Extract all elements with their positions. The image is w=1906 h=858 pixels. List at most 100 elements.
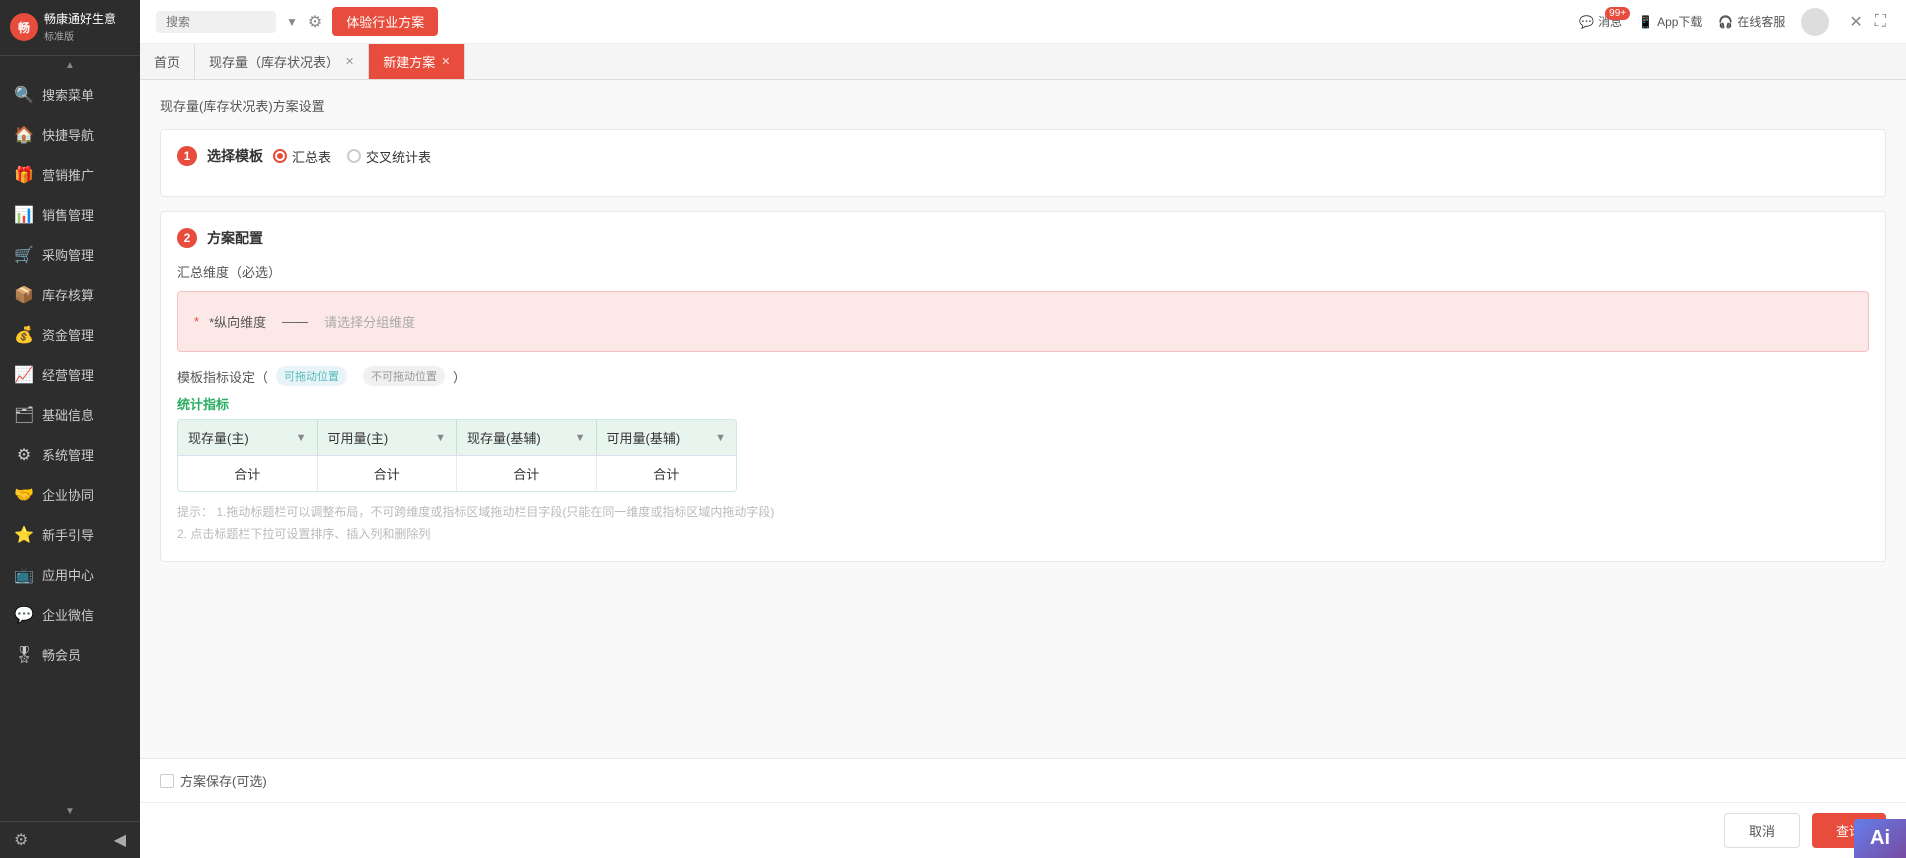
tab-inventory[interactable]: 现存量（库存状况表） ✕ bbox=[195, 44, 369, 79]
settings-bottom-icon[interactable]: ⚙ bbox=[14, 830, 28, 850]
col-chevron-1[interactable]: ▼ bbox=[435, 432, 446, 444]
gift-icon: 🎁 bbox=[14, 165, 34, 185]
message-badge: 99+ bbox=[1605, 7, 1630, 20]
expand-btn[interactable]: ⛶ bbox=[1871, 11, 1890, 33]
section1-num: 1 bbox=[177, 146, 197, 166]
section2-header: 2 方案配置 bbox=[177, 228, 1869, 248]
industry-btn[interactable]: 体验行业方案 bbox=[332, 7, 438, 36]
col-chevron-0[interactable]: ▼ bbox=[296, 432, 307, 444]
col-chevron-2[interactable]: ▼ bbox=[575, 432, 586, 444]
sidebar-item-basicinfo[interactable]: 🗂 基础信息 bbox=[0, 395, 140, 435]
template-radio-group: 汇总表 交叉统计表 bbox=[273, 147, 431, 166]
dropdown-icon[interactable]: ▼ bbox=[286, 15, 298, 29]
chart-icon: 📊 bbox=[14, 205, 34, 225]
dimension-box[interactable]: * *纵向维度 —— 请选择分组维度 bbox=[177, 291, 1869, 352]
sidebar-item-collab[interactable]: 🤝 企业协同 bbox=[0, 475, 140, 515]
col-header-1[interactable]: 可用量(主) ▼ bbox=[318, 420, 458, 455]
sidebar-item-finance[interactable]: 💰 资金管理 bbox=[0, 315, 140, 355]
search-icon: 🔍 bbox=[14, 85, 34, 105]
required-marker: * bbox=[194, 314, 199, 329]
indicator-label: 模板指标设定（ 可拖动位置 不可拖动位置 ） bbox=[177, 366, 1869, 386]
sidebar-item-wechat[interactable]: 💬 企业微信 bbox=[0, 595, 140, 635]
phone-icon: 📱 bbox=[1638, 15, 1653, 29]
medal-icon: 🎖 bbox=[14, 645, 34, 665]
message-btn[interactable]: 💬 消息 99+ bbox=[1579, 13, 1622, 30]
tab-home[interactable]: 首页 bbox=[140, 44, 195, 79]
col-cell-1: 合计 bbox=[318, 455, 458, 491]
section-template: 1 选择模板 汇总表 交叉统计表 bbox=[160, 129, 1886, 197]
save-checkbox-label[interactable]: 方案保存(可选) bbox=[160, 771, 267, 790]
tips-area: 提示： 1.拖动标题栏可以调整布局，不可跨维度或指标区域拖动栏目字段(只能在同一… bbox=[177, 502, 1869, 545]
sidebar-item-guide[interactable]: ⭐ 新手引导 bbox=[0, 515, 140, 555]
cart-icon: 🛒 bbox=[14, 245, 34, 265]
sidebar: 畅 畅康通好生意 标准版 ▲ 🔍 搜索菜单 🏠 快捷导航 🎁 营销推广 📊 销售… bbox=[0, 0, 140, 858]
sidebar-scroll-down[interactable]: ▼ bbox=[0, 802, 140, 821]
sidebar-item-search[interactable]: 🔍 搜索菜单 bbox=[0, 75, 140, 115]
sidebar-item-appcenter[interactable]: 📺 应用中心 bbox=[0, 555, 140, 595]
money-icon: 💰 bbox=[14, 325, 34, 345]
sidebar-item-marketing[interactable]: 🎁 营销推广 bbox=[0, 155, 140, 195]
handshake-icon: 🤝 bbox=[14, 485, 34, 505]
col-cell-0: 合计 bbox=[178, 455, 318, 491]
cancel-button[interactable]: 取消 bbox=[1724, 813, 1800, 848]
folder-icon: 🗂 bbox=[14, 405, 34, 425]
col-cell-2: 合计 bbox=[457, 455, 597, 491]
tv-icon: 📺 bbox=[14, 565, 34, 585]
app-download-btn[interactable]: 📱 App下载 bbox=[1638, 13, 1702, 30]
col-header-2[interactable]: 现存量(基辅) ▼ bbox=[457, 420, 597, 455]
section-config: 2 方案配置 汇总维度（必选） * *纵向维度 —— 请选择分组维度 模板指标设… bbox=[160, 211, 1886, 562]
tag-fixed: 不可拖动位置 bbox=[363, 366, 445, 386]
sidebar-item-inventory[interactable]: 📦 库存核算 bbox=[0, 275, 140, 315]
dim-dash: —— bbox=[282, 314, 308, 329]
col-header-0[interactable]: 现存量(主) ▼ bbox=[178, 420, 318, 455]
topbar: ▼ ⚙ 体验行业方案 💬 消息 99+ 📱 App下载 🎧 在线客服 ✕ ⛶ bbox=[140, 0, 1906, 44]
tips-item-2: 2. 点击标题栏下拉可设置排序、插入列和删除列 bbox=[177, 524, 1869, 546]
section1-title: 选择模板 bbox=[207, 146, 263, 166]
window-controls: ✕ ⛶ bbox=[1845, 10, 1890, 34]
radio-summary[interactable]: 汇总表 bbox=[273, 147, 331, 166]
search-input[interactable] bbox=[156, 11, 276, 33]
sidebar-item-operations[interactable]: 📈 经营管理 bbox=[0, 355, 140, 395]
indicator-close: ） bbox=[453, 367, 466, 386]
dimension-label: 汇总维度（必选） bbox=[177, 262, 1869, 281]
topbar-left: ▼ ⚙ 体验行业方案 bbox=[156, 7, 438, 36]
topbar-gear-icon[interactable]: ⚙ bbox=[308, 12, 322, 32]
sidebar-item-system[interactable]: ⚙ 系统管理 bbox=[0, 435, 140, 475]
col-header-3[interactable]: 可用量(基辅) ▼ bbox=[597, 420, 737, 455]
section2-num: 2 bbox=[177, 228, 197, 248]
footer-section: 方案保存(可选) bbox=[140, 758, 1906, 802]
sidebar-scroll-up[interactable]: ▲ bbox=[0, 56, 140, 75]
col-chevron-3[interactable]: ▼ bbox=[715, 432, 726, 444]
section1-header: 1 选择模板 汇总表 交叉统计表 bbox=[177, 146, 1869, 166]
close-btn[interactable]: ✕ bbox=[1845, 10, 1866, 34]
tab-new-scheme[interactable]: 新建方案 ✕ bbox=[369, 44, 465, 79]
online-service-btn[interactable]: 🎧 在线客服 bbox=[1718, 13, 1785, 30]
tab-bar: 首页 现存量（库存状况表） ✕ 新建方案 ✕ bbox=[140, 44, 1906, 80]
tips-title: 提示： 1.拖动标题栏可以调整布局，不可跨维度或指标区域拖动栏目字段(只能在同一… bbox=[177, 502, 1869, 524]
sidebar-item-sales[interactable]: 📊 销售管理 bbox=[0, 195, 140, 235]
tab-inventory-close[interactable]: ✕ bbox=[345, 55, 354, 68]
box-icon: 📦 bbox=[14, 285, 34, 305]
collapse-icon[interactable]: ◀ bbox=[114, 830, 126, 850]
indicator-settings: 模板指标设定（ 可拖动位置 不可拖动位置 ） 统计指标 现存量(主) ▼ 可 bbox=[177, 366, 1869, 492]
action-bar: 取消 查询 bbox=[140, 802, 1906, 858]
col-cell-3: 合计 bbox=[597, 455, 737, 491]
topbar-right: 💬 消息 99+ 📱 App下载 🎧 在线客服 ✕ ⛶ bbox=[1579, 8, 1890, 36]
radio-summary-circle bbox=[273, 149, 287, 163]
vertical-dim-label: *纵向维度 bbox=[209, 312, 266, 331]
trend-icon: 📈 bbox=[14, 365, 34, 385]
wechat-icon: 💬 bbox=[14, 605, 34, 625]
sidebar-item-purchase[interactable]: 🛒 采购管理 bbox=[0, 235, 140, 275]
stats-table-body: 合计 合计 合计 合计 bbox=[178, 455, 736, 491]
sidebar-logo: 畅 畅康通好生意 标准版 bbox=[0, 0, 140, 56]
tab-new-scheme-close[interactable]: ✕ bbox=[441, 55, 450, 68]
ai-badge[interactable]: Ai bbox=[1854, 819, 1906, 858]
headset-icon: 🎧 bbox=[1718, 15, 1733, 29]
user-avatar[interactable] bbox=[1801, 8, 1829, 36]
sidebar-item-member[interactable]: 🎖 畅会员 bbox=[0, 635, 140, 675]
sidebar-nav: 🔍 搜索菜单 🏠 快捷导航 🎁 营销推广 📊 销售管理 🛒 采购管理 📦 库存核… bbox=[0, 75, 140, 802]
sidebar-item-quicknav[interactable]: 🏠 快捷导航 bbox=[0, 115, 140, 155]
radio-crosstab[interactable]: 交叉统计表 bbox=[347, 147, 431, 166]
save-checkbox[interactable] bbox=[160, 774, 174, 788]
stats-table: 现存量(主) ▼ 可用量(主) ▼ 现存量(基辅) ▼ 可用量(基辅) bbox=[177, 419, 737, 492]
